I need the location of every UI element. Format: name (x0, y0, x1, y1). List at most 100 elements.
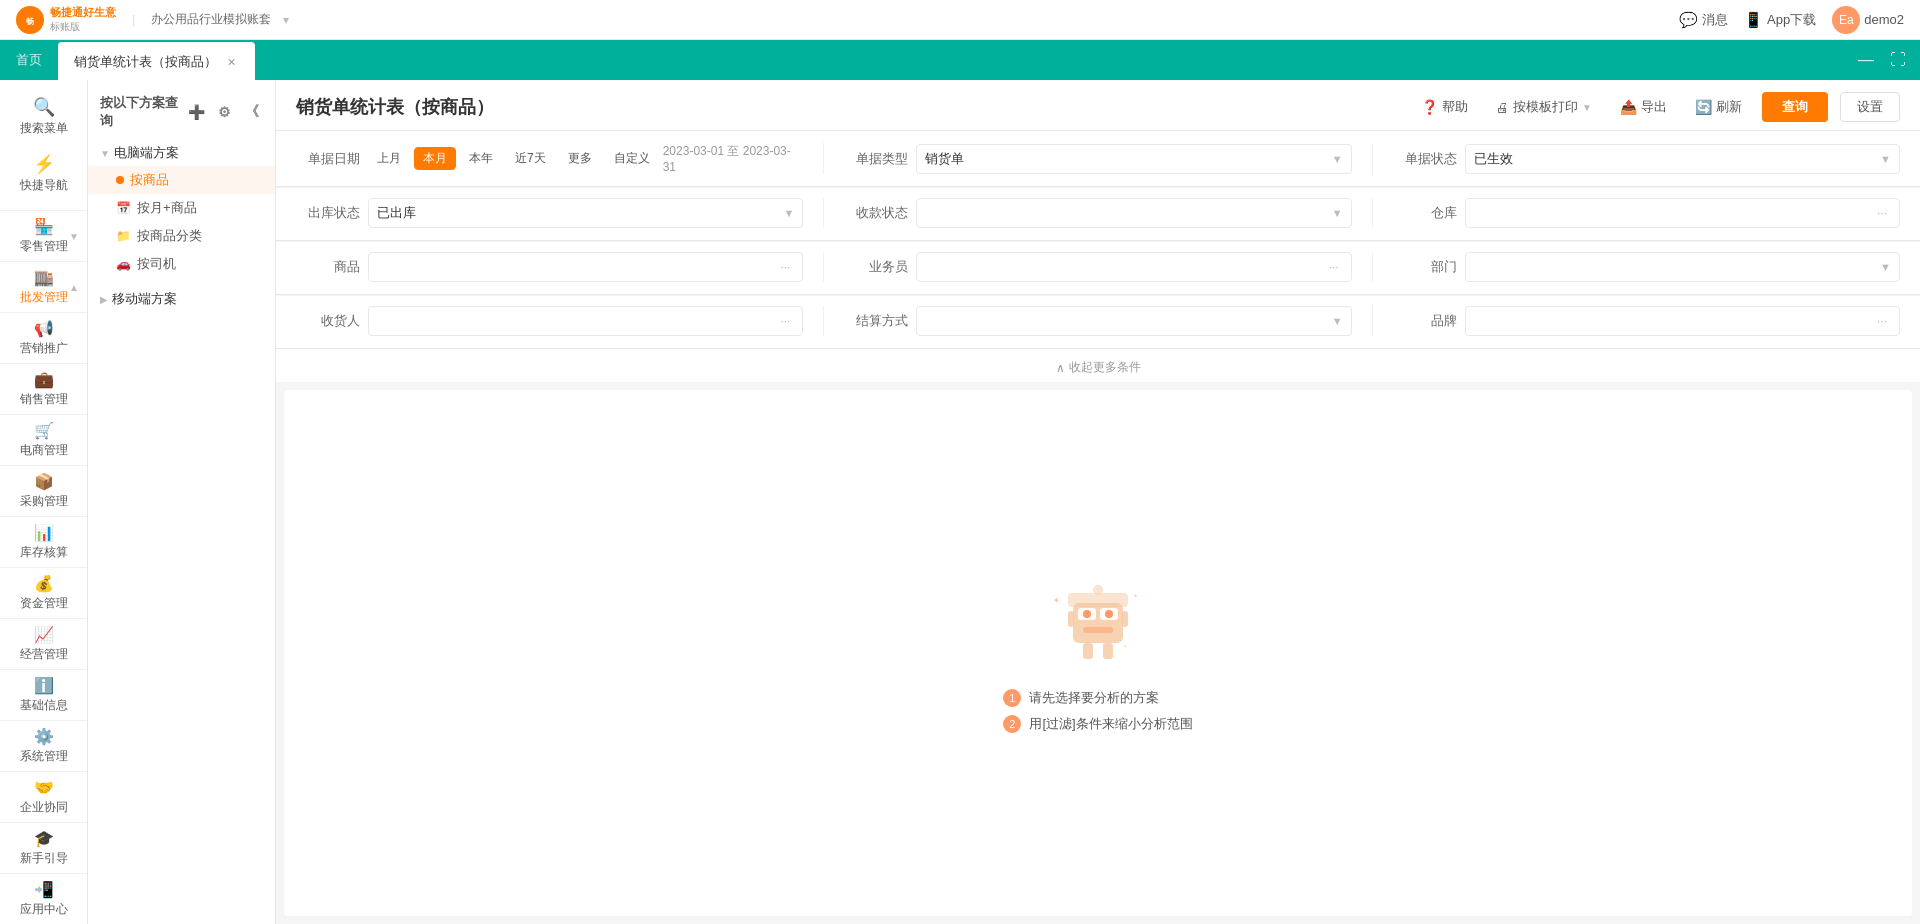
dept-group: 部门 ▼ (1393, 252, 1900, 282)
brand-select[interactable]: ··· (1465, 306, 1900, 336)
breadcrumb: 办公用品行业模拟账套 (151, 11, 271, 28)
sidebar-search[interactable]: 🔍 搜索菜单 (0, 88, 87, 145)
tab-minimize-icon[interactable]: — (1854, 47, 1878, 73)
header-right: 💬 消息 📱 App下载 Ea demo2 (1679, 6, 1904, 34)
date-label: 单据日期 (296, 150, 368, 168)
sidebar-wholesale[interactable]: 🏬 批发管理 ▲ (0, 262, 87, 313)
add-scheme-btn[interactable]: ➕ (185, 101, 207, 123)
mobile-scheme-group-header[interactable]: ▶ 移动端方案 (88, 286, 275, 312)
goods-more-icon[interactable]: ··· (780, 260, 790, 274)
sidebar-purchase[interactable]: 📦 采购管理 (0, 466, 87, 517)
doc-status-group: 单据状态 已生效 ▼ (1393, 144, 1900, 174)
dept-select[interactable]: ▼ (1465, 252, 1900, 282)
quicknav-icon: ⚡ (33, 153, 55, 175)
pc-scheme-group: ▼ 电脑端方案 按商品 📅 按月+商品 📁 按商品分类 🚗 按司机 (88, 136, 275, 282)
filter-section: 单据日期 上月 本月 本年 近7天 更多 自定义 2023-03-01 至 20… (276, 131, 1920, 382)
warehouse2-select[interactable]: ··· (1465, 198, 1900, 228)
export-icon: 📤 (1620, 99, 1637, 115)
print-btn[interactable]: 🖨 按模板打印 ▼ (1488, 94, 1600, 120)
sidebar-quicknav[interactable]: ⚡ 快捷导航 (0, 145, 87, 202)
warehouse2-more-icon[interactable]: ··· (1877, 206, 1887, 220)
sidebar-marketing[interactable]: 📢 营销推广 (0, 313, 87, 364)
enterprise-icon: 🤝 (34, 778, 54, 797)
filter-row-4: 收货人 ··· 结算方式 ▼ (276, 295, 1920, 349)
message-btn[interactable]: 💬 消息 (1679, 11, 1728, 29)
operations-icon: 📈 (34, 625, 54, 644)
category-icon: 📁 (116, 229, 131, 243)
receipt-status-select[interactable]: ▼ (916, 198, 1351, 228)
sidebar-appstore[interactable]: 📲 应用中心 (0, 874, 87, 924)
payment-select[interactable]: ▼ (916, 306, 1351, 336)
brand-group: 品牌 ··· (1393, 306, 1900, 336)
tab-close-icon[interactable]: ✕ (223, 54, 239, 70)
tab-maximize-icon[interactable]: ⛶ (1886, 47, 1910, 73)
help-btn[interactable]: ❓ 帮助 (1413, 94, 1476, 120)
doc-status-select[interactable]: 已生效 ▼ (1465, 144, 1900, 174)
app-download-btn[interactable]: 📱 App下载 (1744, 11, 1816, 29)
sidebar-finance[interactable]: 💰 资金管理 (0, 568, 87, 619)
svg-point-5 (1083, 610, 1091, 618)
warehouse2-group: 仓库 ··· (1393, 198, 1900, 228)
sidebar-inventory[interactable]: 📊 库存核算 (0, 517, 87, 568)
sidebar-system[interactable]: ⚙️ 系统管理 (0, 721, 87, 772)
scheme-by-driver[interactable]: 🚗 按司机 (88, 250, 275, 278)
tab-home[interactable]: 首页 (0, 40, 58, 80)
svg-rect-10 (1083, 643, 1093, 659)
prev-month-btn[interactable]: 上月 (368, 147, 410, 170)
custom-date-btn[interactable]: 自定义 (605, 147, 659, 170)
svg-rect-7 (1083, 627, 1113, 633)
salesperson-group: 业务员 ··· (844, 252, 1372, 282)
sidebar: 🔍 搜索菜单 ⚡ 快捷导航 🏪 零售管理 ▼ 🏬 批发管理 ▲ 📢 营销推广 💼… (0, 80, 88, 924)
recipient-select[interactable]: ··· (368, 306, 803, 336)
payment-dropdown-icon: ▼ (1332, 315, 1343, 327)
warehouse-status-select[interactable]: 已出库 ▼ (368, 198, 803, 228)
collapse-filter-btn[interactable]: ∧ 收起更多条件 (276, 353, 1920, 382)
sidebar-retail[interactable]: 🏪 零售管理 ▼ (0, 211, 87, 262)
user-area[interactable]: Ea demo2 (1832, 6, 1904, 34)
refresh-btn[interactable]: 🔄 刷新 (1687, 94, 1750, 120)
sidebar-sales[interactable]: 💼 销售管理 (0, 364, 87, 415)
sidebar-guide[interactable]: 🎓 新手引导 (0, 823, 87, 874)
settings-scheme-btn[interactable]: ⚙ (213, 101, 235, 123)
more-date-btn[interactable]: 更多 (559, 147, 601, 170)
doc-type-dropdown-icon: ▼ (1332, 153, 1343, 165)
receipt-status-dropdown-icon: ▼ (1332, 207, 1343, 219)
pc-scheme-group-header[interactable]: ▼ 电脑端方案 (88, 140, 275, 166)
main-layout: 🔍 搜索菜单 ⚡ 快捷导航 🏪 零售管理 ▼ 🏬 批发管理 ▲ 📢 营销推广 💼… (0, 80, 1920, 924)
salesperson-select[interactable]: ··· (916, 252, 1351, 282)
sidebar-ecommerce[interactable]: 🛒 电商管理 (0, 415, 87, 466)
svg-point-6 (1105, 610, 1113, 618)
filter-row-2: 出库状态 已出库 ▼ 收款状态 ▼ (276, 187, 1920, 241)
print-dropdown-icon: ▼ (1582, 102, 1592, 113)
tab-report[interactable]: 销货单统计表（按商品） ✕ (58, 42, 255, 82)
scheme-by-product[interactable]: 按商品 (88, 166, 275, 194)
svg-text:畅: 畅 (26, 17, 34, 26)
goods-group: 商品 ··· (296, 252, 824, 282)
settings-btn[interactable]: 设置 (1840, 92, 1900, 122)
sidebar-basic-info[interactable]: ℹ️ 基础信息 (0, 670, 87, 721)
logo-area: 畅 畅捷通好生意 标账版 (16, 5, 116, 34)
doc-type-select[interactable]: 销货单 ▼ (916, 144, 1351, 174)
sales-icon: 💼 (34, 370, 54, 389)
cur-month-btn[interactable]: 本月 (414, 147, 456, 170)
sidebar-enterprise[interactable]: 🤝 企业协同 (0, 772, 87, 823)
query-btn[interactable]: 查询 (1762, 92, 1828, 122)
export-btn[interactable]: 📤 导出 (1612, 94, 1675, 120)
filter-row-3: 商品 ··· 业务员 ··· (276, 241, 1920, 295)
sidebar-operations[interactable]: 📈 经营管理 (0, 619, 87, 670)
goods-select[interactable]: ··· (368, 252, 803, 282)
download-icon: 📱 (1744, 11, 1763, 29)
filter-fields-row1: 单据日期 上月 本月 本年 近7天 更多 自定义 2023-03-01 至 20… (296, 143, 1900, 174)
scheme-by-month-product[interactable]: 📅 按月+商品 (88, 194, 275, 222)
7days-btn[interactable]: 近7天 (506, 147, 555, 170)
scheme-by-category[interactable]: 📁 按商品分类 (88, 222, 275, 250)
brand-more-icon[interactable]: ··· (1877, 314, 1887, 328)
recipient-more-icon[interactable]: ··· (780, 314, 790, 328)
filter-fields-row3: 商品 ··· 业务员 ··· (296, 252, 1900, 282)
finance-icon: 💰 (34, 574, 54, 593)
collapse-panel-btn[interactable]: 《 (241, 101, 263, 123)
avatar: Ea (1832, 6, 1860, 34)
pc-scheme-collapse-icon: ▼ (100, 148, 110, 159)
cur-year-btn[interactable]: 本年 (460, 147, 502, 170)
salesperson-more-icon[interactable]: ··· (1329, 260, 1339, 274)
